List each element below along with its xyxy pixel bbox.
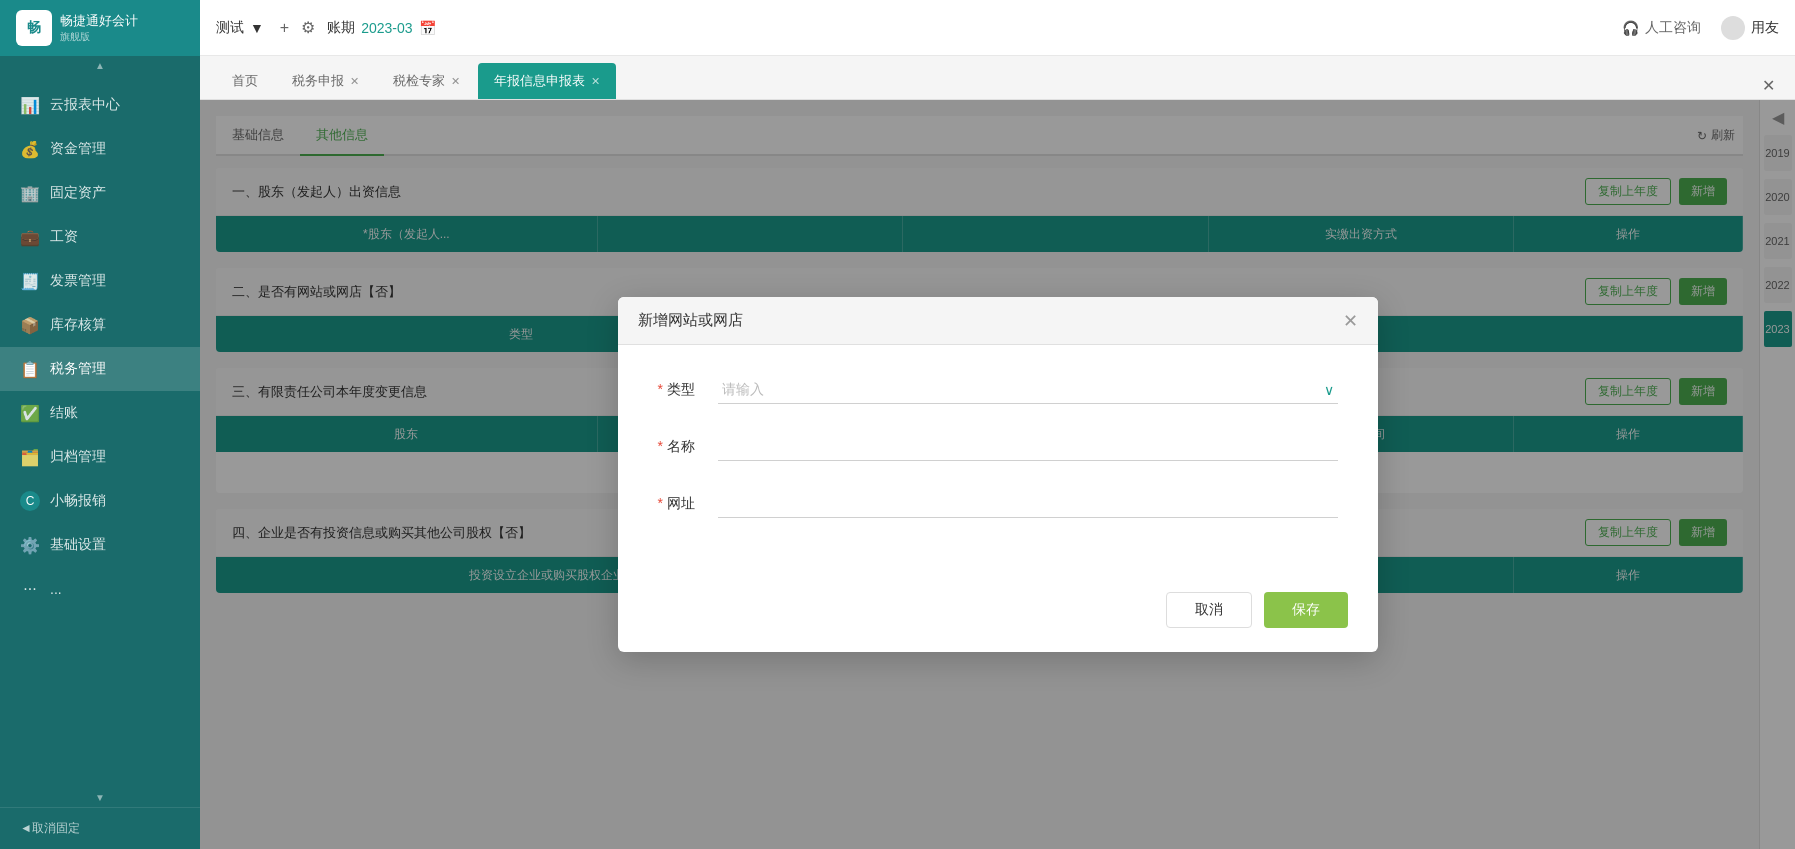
tax-icon: 📋 xyxy=(20,359,40,379)
sidebar-item-accounting[interactable]: ✅ 结账 xyxy=(0,391,200,435)
sidebar-item-settings[interactable]: ⚙️ 基础设置 xyxy=(0,523,200,567)
sidebar-collapse-button[interactable]: ◄取消固定 xyxy=(0,807,200,849)
sidebar-item-payroll[interactable]: 💼 工资 xyxy=(0,215,200,259)
tab-annual-report[interactable]: 年报信息申报表 ✕ xyxy=(478,63,616,99)
tab-close-all[interactable]: ✕ xyxy=(1758,72,1779,99)
page-content: 基础信息 其他信息 ↻ 刷新 一、股东（发起人）出资信息 复制上年度 新增 xyxy=(200,100,1795,849)
type-input-wrapper: ∨ xyxy=(718,375,1338,404)
add-button[interactable]: + xyxy=(280,19,289,37)
topbar-right: 🎧 人工咨询 用友 xyxy=(1622,16,1779,40)
url-input-wrapper xyxy=(718,489,1338,518)
headset-icon: 🎧 xyxy=(1622,20,1639,36)
modal-title: 新增网站或网店 xyxy=(638,311,743,330)
tab-close-tax-report[interactable]: ✕ xyxy=(350,75,359,88)
tab-home[interactable]: 首页 xyxy=(216,63,274,99)
sidebar-item-tax[interactable]: 📋 税务管理 xyxy=(0,347,200,391)
accounting-icon: ✅ xyxy=(20,403,40,423)
sidebar-item-fund-mgmt[interactable]: 💰 资金管理 xyxy=(0,127,200,171)
name-label: * 名称 xyxy=(658,438,718,456)
company-dropdown-icon: ▼ xyxy=(250,20,264,36)
cancel-button[interactable]: 取消 xyxy=(1166,592,1252,628)
topbar: 测试 ▼ + ⚙ 账期 2023-03 📅 🎧 人工咨询 用友 xyxy=(200,0,1795,56)
form-field-name: * 名称 xyxy=(658,432,1338,461)
url-label: * 网址 xyxy=(658,495,718,513)
name-input-wrapper xyxy=(718,432,1338,461)
user-menu[interactable]: 用友 xyxy=(1721,16,1779,40)
modal-footer: 取消 保存 xyxy=(618,576,1378,652)
sidebar-item-xiaochang[interactable]: C 小畅报销 xyxy=(0,479,200,523)
modal-overlay: 新增网站或网店 ✕ * 类型 ∨ xyxy=(200,100,1795,849)
invoice-icon: 🧾 xyxy=(20,271,40,291)
logo-text: 畅捷通好会计 旗舰版 xyxy=(60,12,138,44)
sidebar-nav: 📊 云报表中心 💰 资金管理 🏢 固定资产 💼 工资 🧾 发票管理 📦 库存核算… xyxy=(0,75,200,788)
settings-icon: ⚙️ xyxy=(20,535,40,555)
tab-close-annual-report[interactable]: ✕ xyxy=(591,75,600,88)
cloud-report-icon: 📊 xyxy=(20,95,40,115)
sidebar-item-more[interactable]: ··· ... xyxy=(0,567,200,611)
type-dropdown-arrow[interactable]: ∨ xyxy=(1324,382,1334,398)
sidebar-item-archive[interactable]: 🗂️ 归档管理 xyxy=(0,435,200,479)
sidebar-item-invoice[interactable]: 🧾 发票管理 xyxy=(0,259,200,303)
sidebar-scroll-down[interactable]: ▼ xyxy=(0,788,200,807)
fixed-asset-icon: 🏢 xyxy=(20,183,40,203)
settings-gear-button[interactable]: ⚙ xyxy=(301,18,315,37)
tab-tax-report[interactable]: 税务申报 ✕ xyxy=(276,63,375,99)
sidebar-item-inventory[interactable]: 📦 库存核算 xyxy=(0,303,200,347)
type-input[interactable] xyxy=(718,375,1338,404)
sidebar-item-fixed-asset[interactable]: 🏢 固定资产 xyxy=(0,171,200,215)
logo-icon: 畅 xyxy=(16,10,52,46)
company-selector[interactable]: 测试 ▼ xyxy=(216,19,264,37)
sidebar-scroll-up[interactable]: ▲ xyxy=(0,56,200,75)
period-display: 账期 2023-03 📅 xyxy=(327,19,435,37)
main-area: 测试 ▼ + ⚙ 账期 2023-03 📅 🎧 人工咨询 用友 首页 xyxy=(200,0,1795,849)
save-button[interactable]: 保存 xyxy=(1264,592,1348,628)
archive-icon: 🗂️ xyxy=(20,447,40,467)
xiaochang-icon: C xyxy=(20,491,40,511)
help-button[interactable]: 🎧 人工咨询 xyxy=(1622,19,1701,37)
modal-close-button[interactable]: ✕ xyxy=(1343,312,1358,330)
topbar-actions: + ⚙ xyxy=(280,18,315,37)
sidebar: 畅 畅捷通好会计 旗舰版 ▲ 📊 云报表中心 💰 资金管理 🏢 固定资产 💼 工… xyxy=(0,0,200,849)
sidebar-item-cloud-report[interactable]: 📊 云报表中心 xyxy=(0,83,200,127)
form-field-type: * 类型 ∨ xyxy=(658,375,1338,404)
type-label: * 类型 xyxy=(658,381,718,399)
form-field-url: * 网址 xyxy=(658,489,1338,518)
modal-body: * 类型 ∨ * 名称 xyxy=(618,345,1378,576)
sidebar-logo: 畅 畅捷通好会计 旗舰版 xyxy=(0,0,200,56)
name-input[interactable] xyxy=(718,432,1338,461)
more-icon: ··· xyxy=(20,579,40,599)
calendar-icon[interactable]: 📅 xyxy=(419,20,436,36)
fund-icon: 💰 xyxy=(20,139,40,159)
url-input[interactable] xyxy=(718,489,1338,518)
tabbar: 首页 税务申报 ✕ 税检专家 ✕ 年报信息申报表 ✕ ✕ xyxy=(200,56,1795,100)
inventory-icon: 📦 xyxy=(20,315,40,335)
payroll-icon: 💼 xyxy=(20,227,40,247)
tab-close-tax-expert[interactable]: ✕ xyxy=(451,75,460,88)
tab-tax-expert[interactable]: 税检专家 ✕ xyxy=(377,63,476,99)
modal-header: 新增网站或网店 ✕ xyxy=(618,297,1378,345)
modal-add-website: 新增网站或网店 ✕ * 类型 ∨ xyxy=(618,297,1378,652)
user-avatar-icon xyxy=(1721,16,1745,40)
